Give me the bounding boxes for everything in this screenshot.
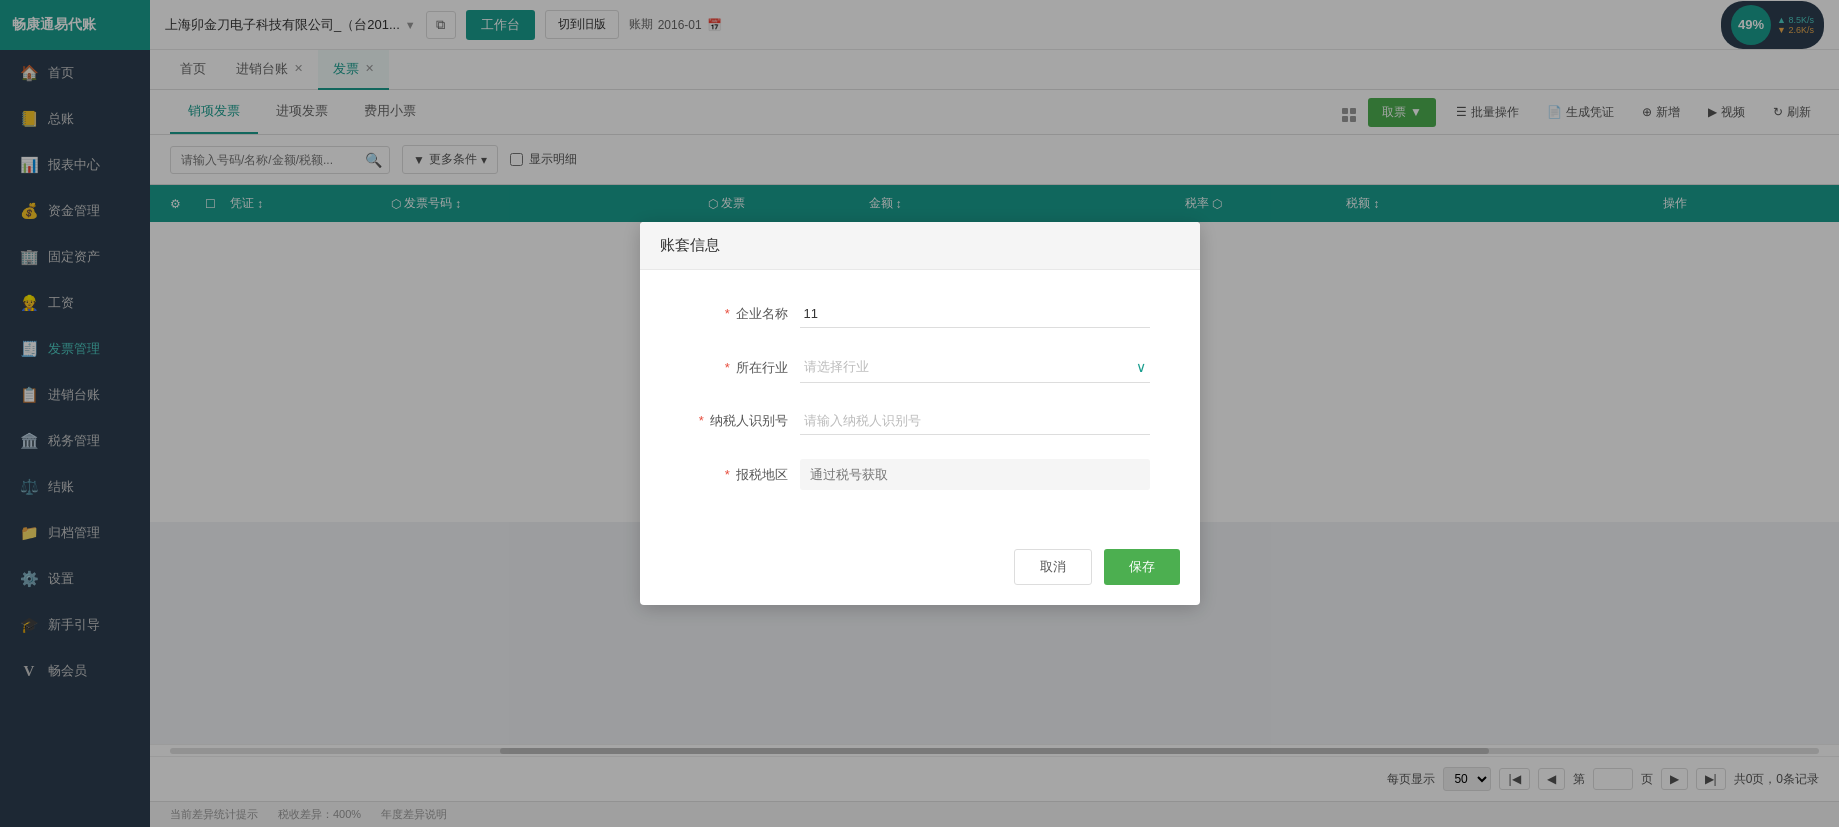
modal-body: * 企业名称 * 所在行业 请选择行业 ∨ * 纳 xyxy=(640,270,1200,534)
required-star: * xyxy=(725,360,730,375)
company-name-label: * 企业名称 xyxy=(690,305,800,323)
required-star: * xyxy=(725,306,730,321)
form-row-tax-id: * 纳税人识别号 xyxy=(690,407,1150,435)
form-row-industry: * 所在行业 请选择行业 ∨ xyxy=(690,352,1150,383)
required-star: * xyxy=(699,413,704,428)
save-button[interactable]: 保存 xyxy=(1104,549,1180,585)
industry-placeholder: 请选择行业 xyxy=(804,358,1136,376)
tax-id-label: * 纳税人识别号 xyxy=(690,412,800,430)
industry-label: * 所在行业 xyxy=(690,359,800,377)
industry-dropdown-icon: ∨ xyxy=(1136,359,1146,375)
form-row-tax-region: * 报税地区 xyxy=(690,459,1150,490)
modal-footer: 取消 保存 xyxy=(640,534,1200,605)
tax-region-label: * 报税地区 xyxy=(690,466,800,484)
company-name-input[interactable] xyxy=(800,300,1150,328)
account-info-modal: 账套信息 * 企业名称 * 所在行业 请选择行业 ∨ xyxy=(640,222,1200,605)
required-star: * xyxy=(725,467,730,482)
modal-overlay: 账套信息 * 企业名称 * 所在行业 请选择行业 ∨ xyxy=(0,0,1839,827)
modal-title: 账套信息 xyxy=(660,236,720,253)
cancel-button[interactable]: 取消 xyxy=(1014,549,1092,585)
tax-id-input[interactable] xyxy=(800,407,1150,435)
tax-region-input xyxy=(800,459,1150,490)
industry-select[interactable]: 请选择行业 ∨ xyxy=(800,352,1150,383)
modal-header: 账套信息 xyxy=(640,222,1200,270)
form-row-company: * 企业名称 xyxy=(690,300,1150,328)
